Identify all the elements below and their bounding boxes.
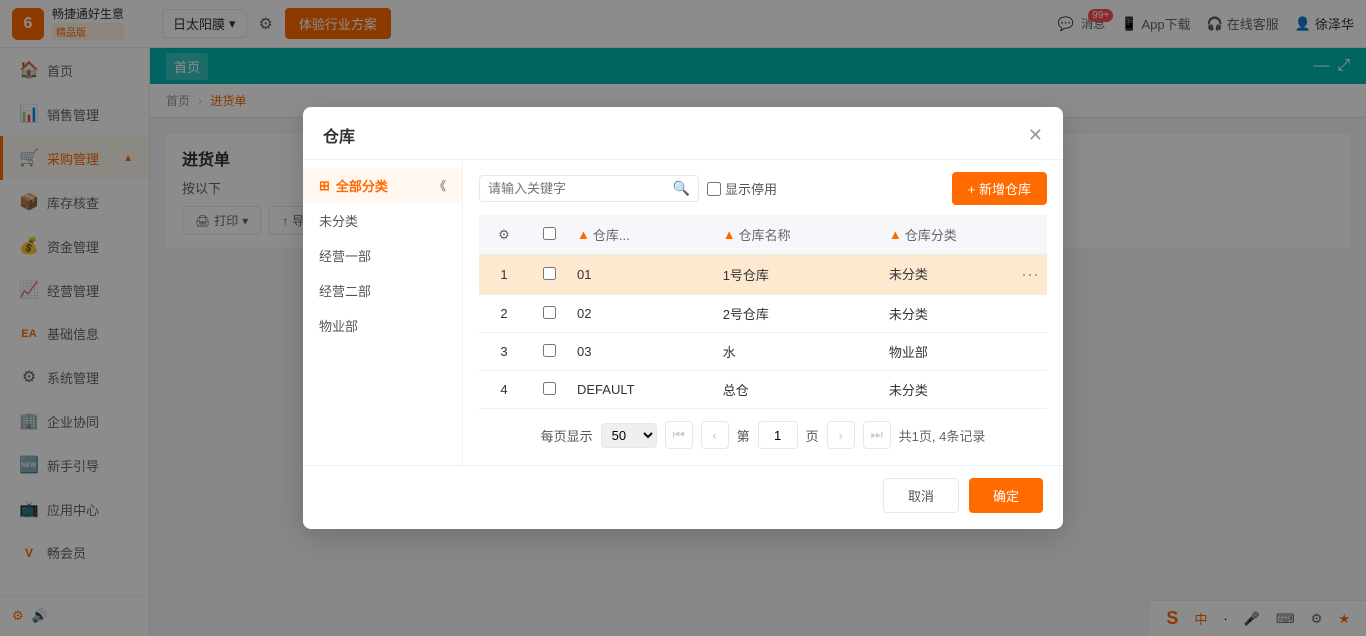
row-gear-1: 1 xyxy=(479,255,529,295)
cancel-button[interactable]: 取消 xyxy=(883,478,959,513)
row-name-1: 1号仓库 xyxy=(715,255,881,295)
row-action-1[interactable]: ··· xyxy=(1021,264,1039,285)
row-checkbox-1[interactable] xyxy=(543,267,556,280)
dialog-title: 仓库 xyxy=(323,123,355,147)
col-checkbox xyxy=(529,215,569,255)
row-name-4: 总仓 xyxy=(715,371,881,409)
first-page-btn[interactable]: ⏮ xyxy=(665,421,693,449)
row-gear-3: 3 xyxy=(479,333,529,371)
dialog-close-button[interactable]: ✕ xyxy=(1028,126,1043,144)
row-checkbox-2[interactable] xyxy=(543,306,556,319)
page-suffix: 页 xyxy=(806,426,819,445)
category-item-1[interactable]: 经营一部 xyxy=(303,238,462,273)
show-disabled-label: 显示停用 xyxy=(707,179,777,198)
row-name-3: 水 xyxy=(715,333,881,371)
grid-icon: ⊞ xyxy=(319,178,330,194)
category-item-3[interactable]: 物业部 xyxy=(303,308,462,343)
dialog-overlay: 仓库 ✕ ⊞ 全部分类 《 未分类 经营一部 经营二部 物业部 xyxy=(0,0,1366,636)
select-all-checkbox[interactable] xyxy=(543,227,556,240)
row-category-4: 未分类 xyxy=(881,371,1047,409)
row-checkbox-4[interactable] xyxy=(543,382,556,395)
category-item-2[interactable]: 经营二部 xyxy=(303,273,462,308)
row-category-2: 未分类 xyxy=(881,295,1047,333)
sort-icon: ▲ xyxy=(577,227,590,242)
row-code-2: 02 xyxy=(569,295,715,333)
collapse-icon[interactable]: 《 xyxy=(434,177,446,194)
search-bar: 🔍 显示停用 + 新增仓库 xyxy=(479,172,1047,205)
category-panel: ⊞ 全部分类 《 未分类 经营一部 经营二部 物业部 xyxy=(303,160,463,465)
table-row[interactable]: 1 01 1号仓库 未分类 ··· xyxy=(479,255,1047,295)
page-info: 共1页, 4条记录 xyxy=(899,426,986,445)
col-gear: ⚙ xyxy=(479,215,529,255)
page-word: 第 xyxy=(737,426,750,445)
sort-icon-2: ▲ xyxy=(723,227,736,242)
row-code-1: 01 xyxy=(569,255,715,295)
warehouse-table: ⚙ ▲ 仓库... xyxy=(479,215,1047,409)
confirm-button[interactable]: 确定 xyxy=(969,478,1043,513)
table-row[interactable]: 3 03 水 物业部 xyxy=(479,333,1047,371)
table-panel: 🔍 显示停用 + 新增仓库 ⚙ xyxy=(463,160,1063,465)
add-warehouse-button[interactable]: + 新增仓库 xyxy=(952,172,1047,205)
row-name-2: 2号仓库 xyxy=(715,295,881,333)
row-gear-2: 2 xyxy=(479,295,529,333)
row-checkbox-3[interactable] xyxy=(543,344,556,357)
category-header: ⊞ 全部分类 《 xyxy=(303,168,462,203)
dialog-body: ⊞ 全部分类 《 未分类 经营一部 经营二部 物业部 🔍 xyxy=(303,160,1063,465)
row-code-3: 03 xyxy=(569,333,715,371)
pagination: 每页显示 50 20 100 ⏮ ‹ 第 页 › ⏭ 共1页, 4条记录 xyxy=(479,409,1047,453)
row-cb-1 xyxy=(529,255,569,295)
row-cb-4 xyxy=(529,371,569,409)
search-input[interactable] xyxy=(488,181,673,196)
search-input-wrap: 🔍 xyxy=(479,175,699,202)
row-cb-3 xyxy=(529,333,569,371)
row-category-3: 物业部 xyxy=(881,333,1047,371)
table-row[interactable]: 2 02 2号仓库 未分类 xyxy=(479,295,1047,333)
next-page-btn[interactable]: › xyxy=(827,421,855,449)
search-icon[interactable]: 🔍 xyxy=(673,180,690,197)
dialog-footer: 取消 确定 xyxy=(303,465,1063,529)
category-item-unclassified[interactable]: 未分类 xyxy=(303,203,462,238)
row-code-4: DEFAULT xyxy=(569,371,715,409)
sort-icon-3: ▲ xyxy=(889,227,902,242)
per-page-label: 每页显示 xyxy=(541,426,593,445)
page-number-input[interactable] xyxy=(758,421,798,449)
table-row[interactable]: 4 DEFAULT 总仓 未分类 xyxy=(479,371,1047,409)
table-header-row: ⚙ ▲ 仓库... xyxy=(479,215,1047,255)
dialog-header: 仓库 ✕ xyxy=(303,107,1063,160)
warehouse-dialog: 仓库 ✕ ⊞ 全部分类 《 未分类 经营一部 经营二部 物业部 xyxy=(303,107,1063,529)
col-code: ▲ 仓库... xyxy=(569,215,715,255)
col-name: ▲ 仓库名称 xyxy=(715,215,881,255)
prev-page-btn[interactable]: ‹ xyxy=(701,421,729,449)
show-disabled-checkbox[interactable] xyxy=(707,182,721,196)
row-cb-2 xyxy=(529,295,569,333)
last-page-btn[interactable]: ⏭ xyxy=(863,421,891,449)
row-category-1: 未分类 ··· xyxy=(881,255,1047,295)
col-category: ▲ 仓库分类 xyxy=(881,215,1047,255)
per-page-select[interactable]: 50 20 100 xyxy=(601,423,657,448)
row-gear-4: 4 xyxy=(479,371,529,409)
